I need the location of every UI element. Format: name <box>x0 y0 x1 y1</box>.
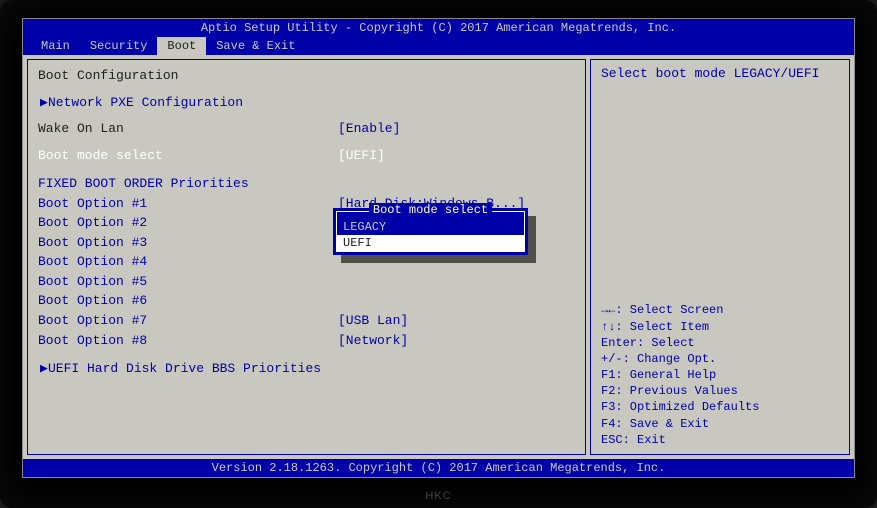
boot-option-8-label[interactable]: Boot Option #8 <box>38 332 338 350</box>
main-panel: Boot Configuration ▶ Network PXE Configu… <box>27 59 586 455</box>
wake-on-lan-label: Wake On Lan <box>38 120 338 138</box>
bbs-priorities-link[interactable]: UEFI Hard Disk Drive BBS Priorities <box>38 360 338 378</box>
menu-security[interactable]: Security <box>80 37 158 55</box>
help-key-line: F2: Previous Values <box>601 383 839 399</box>
boot-mode-value[interactable]: [UEFI] <box>338 147 385 165</box>
boot-option-3-label[interactable]: Boot Option #3 <box>38 234 338 252</box>
submenu-arrow-icon: ▶ <box>40 360 48 378</box>
help-key-line: F1: General Help <box>601 367 839 383</box>
footer-bar: Version 2.18.1263. Copyright (C) 2017 Am… <box>23 459 854 477</box>
network-pxe-link[interactable]: Network PXE Configuration <box>38 94 338 112</box>
help-key-line: →←: Select Screen <box>601 302 839 318</box>
priorities-heading: FIXED BOOT ORDER Priorities <box>38 175 249 193</box>
section-heading: Boot Configuration <box>38 67 338 85</box>
menu-main[interactable]: Main <box>31 37 80 55</box>
help-key-line: F3: Optimized Defaults <box>601 399 839 415</box>
title-bar: Aptio Setup Utility - Copyright (C) 2017… <box>23 19 854 37</box>
help-key-line: +/-: Change Opt. <box>601 351 839 367</box>
monitor-brand: HKC <box>425 490 451 502</box>
help-panel: Select boot mode LEGACY/UEFI →←: Select … <box>590 59 850 455</box>
bios-screen: Aptio Setup Utility - Copyright (C) 2017… <box>22 18 855 478</box>
boot-option-7-label[interactable]: Boot Option #7 <box>38 312 338 330</box>
boot-option-5-label[interactable]: Boot Option #5 <box>38 273 338 291</box>
help-description: Select boot mode LEGACY/UEFI <box>601 66 839 81</box>
boot-option-8-value[interactable]: [Network] <box>338 332 408 350</box>
help-key-line: Enter: Select <box>601 335 839 351</box>
boot-mode-label: Boot mode select <box>38 147 338 165</box>
boot-mode-popup: Boot mode select LEGACY UEFI <box>333 208 528 255</box>
submenu-arrow-icon: ▶ <box>40 94 48 112</box>
boot-option-1-label[interactable]: Boot Option #1 <box>38 195 338 213</box>
boot-option-2-label[interactable]: Boot Option #2 <box>38 214 338 232</box>
help-key-line: F4: Save & Exit <box>601 416 839 432</box>
wake-on-lan-value[interactable]: [Enable] <box>338 120 400 138</box>
menu-save-exit[interactable]: Save & Exit <box>206 37 305 55</box>
popup-option-legacy[interactable]: LEGACY <box>337 219 524 235</box>
boot-option-6-label[interactable]: Boot Option #6 <box>38 292 338 310</box>
help-key-line: ↑↓: Select Item <box>601 319 839 335</box>
help-key-line: ESC: Exit <box>601 432 839 448</box>
popup-title: Boot mode select <box>337 203 524 217</box>
menu-boot[interactable]: Boot <box>157 37 206 55</box>
menu-bar: Main Security Boot Save & Exit <box>23 37 854 55</box>
popup-option-uefi[interactable]: UEFI <box>337 235 524 251</box>
boot-option-7-value[interactable]: [USB Lan] <box>338 312 408 330</box>
boot-option-4-label[interactable]: Boot Option #4 <box>38 253 338 271</box>
